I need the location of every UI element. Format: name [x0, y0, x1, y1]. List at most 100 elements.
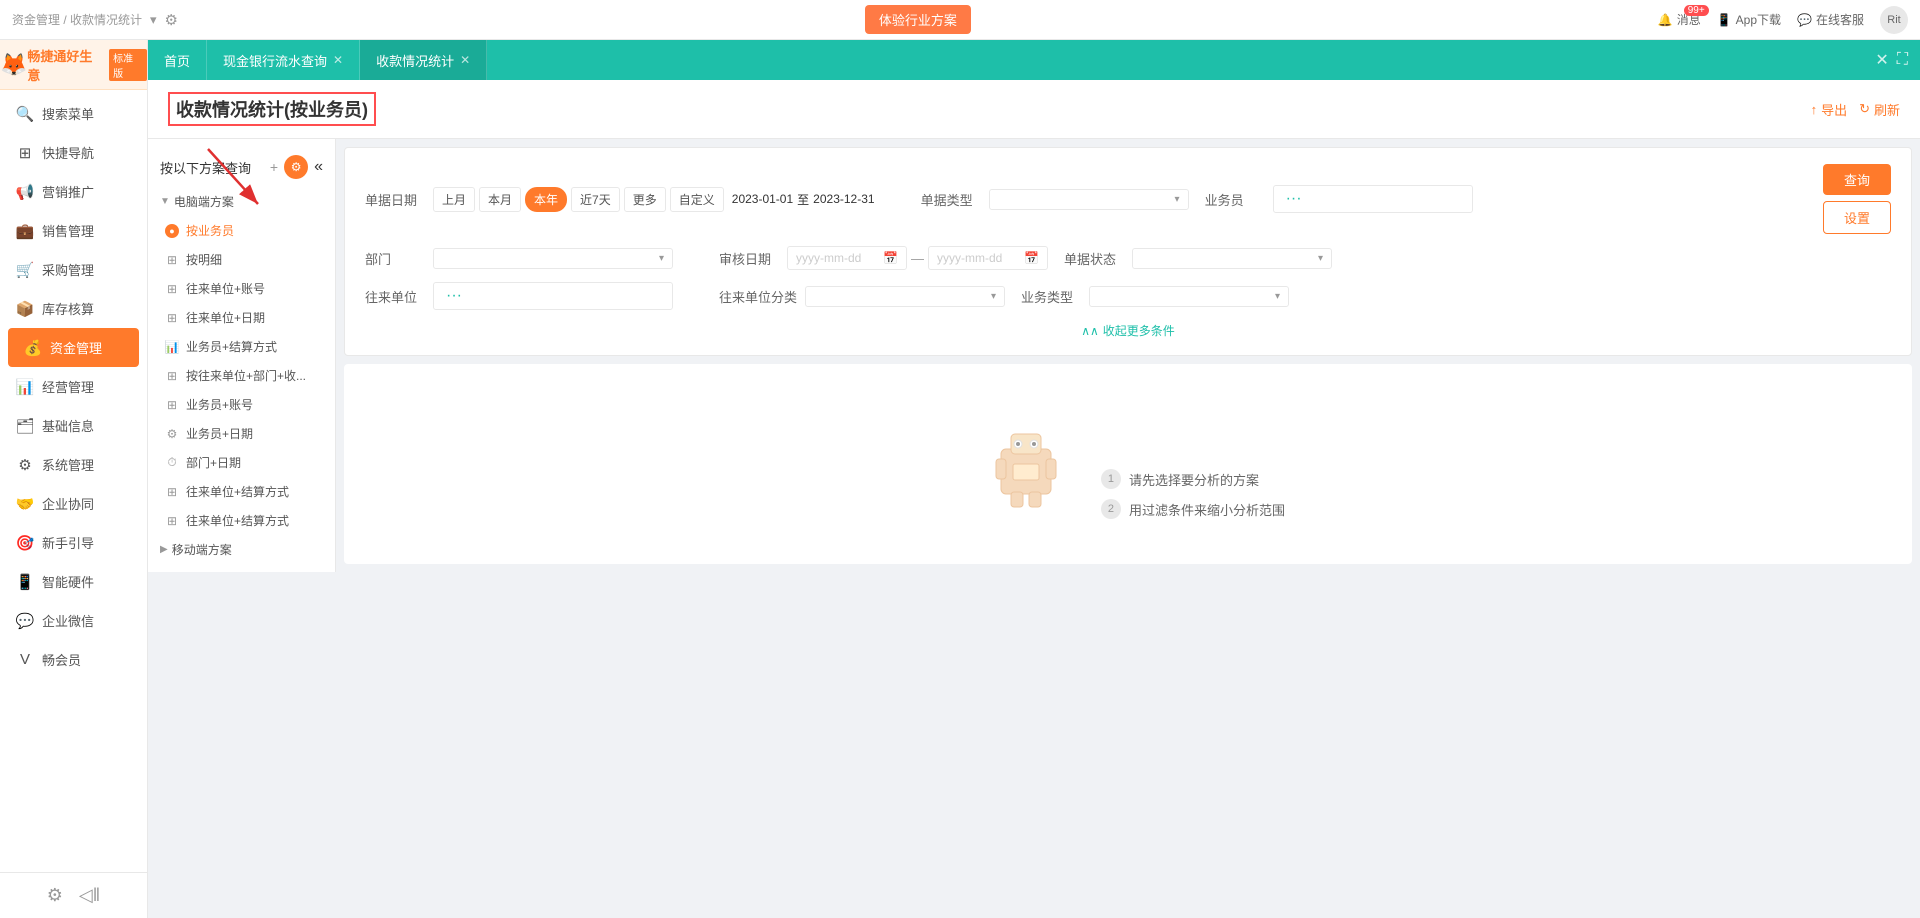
sidebar-icon-sales: 💼 [16, 222, 34, 240]
collapse-button[interactable]: ∧∧ 收起更多条件 [1081, 322, 1175, 339]
sidebar-item-purchase[interactable]: 🛒 采购管理 [0, 250, 147, 289]
sidebar-label-inventory: 库存核算 [42, 299, 94, 318]
mobile-scheme-section[interactable]: ▶ 移动端方案 [148, 535, 335, 564]
tab-maximize-icon[interactable]: ⛶ [1897, 51, 1908, 69]
tab-bank-flow[interactable]: 现金银行流水查询 ✕ [207, 40, 360, 80]
sidebar-item-smart-hw[interactable]: 📱 智能硬件 [0, 562, 147, 601]
export-button[interactable]: ↑ 导出 [1811, 100, 1848, 119]
tab-close-all-icon[interactable]: ✕ [1875, 50, 1888, 70]
tab-bar: 首页 现金银行流水查询 ✕ 收款情况统计 ✕ ✕ ⛶ [148, 40, 1920, 80]
sidebar-item-system[interactable]: ⚙ 系统管理 [0, 445, 147, 484]
voucher-status-label: 单据状态 [1064, 249, 1124, 268]
sidebar-item-new-guide[interactable]: 🎯 新手引导 [0, 523, 147, 562]
search-row-2: 部门 ▾ 审核日期 yyyy-mm-dd [365, 246, 1891, 270]
left-panel-actions: + ⚙ « [270, 155, 323, 179]
user-avatar[interactable]: Rit [1880, 6, 1908, 34]
dropdown-icon[interactable]: ▾ [150, 12, 157, 28]
scheme-item-by-unit-account[interactable]: ⊞ 往来单位+账号 [148, 274, 335, 303]
review-date-to-text: yyyy-mm-dd [937, 251, 1002, 265]
scheme-item-by-unit-settle1[interactable]: ⊞ 往来单位+结算方式 [148, 477, 335, 506]
settings-icon[interactable]: ⚙ [165, 11, 178, 29]
set-button[interactable]: 设置 [1823, 201, 1891, 234]
sidebar-icon-member: V [16, 651, 34, 669]
date-btn-近7天[interactable]: 近7天 [571, 187, 620, 212]
messages-badge: 99+ [1684, 5, 1709, 16]
sidebar-item-marketing[interactable]: 📢 营销推广 [0, 172, 147, 211]
scheme-item-by-salesman[interactable]: ● 按业务员 [148, 216, 335, 245]
page-actions: ↑ 导出 ↻ 刷新 [1811, 100, 1900, 119]
biz-type-select[interactable]: ▾ [1089, 286, 1289, 307]
date-btn-上月[interactable]: 上月 [433, 187, 475, 212]
empty-illustration [971, 409, 1081, 519]
tab-collection-stats[interactable]: 收款情况统计 ✕ [360, 40, 487, 80]
bank-flow-tab-close[interactable]: ✕ [333, 53, 343, 67]
trial-button[interactable]: 体验行业方案 [865, 5, 971, 34]
empty-state: 1 请先选择要分析的方案 2 用过滤条件来缩小分析范围 [344, 364, 1912, 564]
messages-area[interactable]: 🔔 消息 99+ [1658, 11, 1701, 28]
dept-field: 部门 ▾ [365, 248, 673, 269]
sidebar-item-sales[interactable]: 💼 销售管理 [0, 211, 147, 250]
refresh-label: 刷新 [1874, 100, 1900, 119]
scheme-icon-by-salesman-date: ⚙ [164, 426, 180, 442]
online-service-label: 在线客服 [1816, 11, 1864, 28]
scheme-label-by-unit-date: 往来单位+日期 [186, 309, 265, 326]
add-scheme-btn[interactable]: + [270, 159, 278, 175]
sidebar-item-quick-nav[interactable]: ⊞ 快捷导航 [0, 133, 147, 172]
sidebar-item-corp-wechat[interactable]: 💬 企业微信 [0, 601, 147, 640]
date-field-label: 单据日期 [365, 190, 425, 209]
left-panel: 按以下方案查询 + ⚙ « [148, 139, 336, 572]
collection-stats-tab-close[interactable]: ✕ [460, 53, 470, 67]
tab-home[interactable]: 首页 [148, 40, 207, 80]
scheme-item-by-dept-date[interactable]: ⏱ 部门+日期 [148, 448, 335, 477]
sidebar-item-inventory[interactable]: 📦 库存核算 [0, 289, 147, 328]
counterpart-more-icon[interactable]: ··· [446, 287, 462, 305]
pc-scheme-section[interactable]: ▼ 电脑端方案 [148, 187, 335, 216]
scheme-item-by-unit-date[interactable]: ⊞ 往来单位+日期 [148, 303, 335, 332]
date-btn-更多[interactable]: 更多 [624, 187, 666, 212]
review-date-from[interactable]: yyyy-mm-dd 📅 [787, 246, 907, 270]
sidebar-item-operations[interactable]: 📊 经营管理 [0, 367, 147, 406]
sidebar-item-member[interactable]: V 畅会员 [0, 640, 147, 679]
collapse-panel-btn[interactable]: « [314, 158, 323, 176]
date-btn-本年[interactable]: 本年 [525, 187, 567, 212]
scheme-item-by-unit-settle2[interactable]: ⊞ 往来单位+结算方式 [148, 506, 335, 535]
sidebar-nav: 🔍 搜索菜单 ⊞ 快捷导航 📢 营销推广 💼 销售管理 🛒 采购管理 📦 库存核… [0, 90, 147, 872]
query-button[interactable]: 查询 [1823, 164, 1891, 195]
date-range: 2023-01-01 至 2023-12-31 [732, 191, 875, 208]
counterpart-select[interactable]: ··· [433, 282, 673, 310]
salesman-select[interactable]: ··· [1273, 185, 1473, 213]
salesman-more-icon[interactable]: ··· [1286, 190, 1302, 208]
voucher-type-label: 单据类型 [921, 190, 981, 209]
counterpart-class-field: 往来单位分类 ▾ [719, 286, 1005, 307]
date-btn-自定义[interactable]: 自定义 [670, 187, 724, 212]
counterpart-class-select[interactable]: ▾ [805, 286, 1005, 307]
refresh-icon: ↻ [1859, 101, 1870, 117]
scheme-item-by-salesman-date[interactable]: ⚙ 业务员+日期 [148, 419, 335, 448]
sidebar-label-marketing: 营销推广 [42, 182, 94, 201]
app-download-area[interactable]: 📱 App下载 [1717, 11, 1781, 28]
sidebar-item-corp-collab[interactable]: 🤝 企业协同 [0, 484, 147, 523]
sidebar-item-finance[interactable]: 💰 资金管理 [8, 328, 139, 367]
collapse-row: ∧∧ 收起更多条件 [365, 322, 1891, 339]
refresh-button[interactable]: ↻ 刷新 [1859, 100, 1900, 119]
sidebar-collapse-btn[interactable]: ◁‖ [75, 881, 104, 910]
scheme-item-by-detail[interactable]: ⊞ 按明细 [148, 245, 335, 274]
sidebar-icon-corp-collab: 🤝 [16, 495, 34, 513]
sidebar-settings-btn[interactable]: ⚙ [43, 881, 67, 910]
sidebar-label-corp-wechat: 企业微信 [42, 611, 94, 630]
scheme-item-by-salesman-settle[interactable]: 📊 业务员+结算方式 [148, 332, 335, 361]
sidebar-item-basic-info[interactable]: 🗂 基础信息 [0, 406, 147, 445]
scheme-icon-by-salesman-account: ⊞ [164, 397, 180, 413]
scheme-settings-btn[interactable]: ⚙ [284, 155, 308, 179]
scheme-item-by-salesman-account[interactable]: ⊞ 业务员+账号 [148, 390, 335, 419]
date-btn-本月[interactable]: 本月 [479, 187, 521, 212]
sidebar-item-search-menu[interactable]: 🔍 搜索菜单 [0, 94, 147, 133]
online-service-area[interactable]: 💬 在线客服 [1797, 11, 1864, 28]
sidebar-label-system: 系统管理 [42, 455, 94, 474]
voucher-type-select[interactable]: ▾ [989, 189, 1189, 210]
voucher-status-select[interactable]: ▾ [1132, 248, 1332, 269]
scheme-label-by-salesman-date: 业务员+日期 [186, 425, 253, 442]
dept-select[interactable]: ▾ [433, 248, 673, 269]
review-date-to[interactable]: yyyy-mm-dd 📅 [928, 246, 1048, 270]
scheme-item-by-unit-dept[interactable]: ⊞ 按往来单位+部门+收... [148, 361, 335, 390]
